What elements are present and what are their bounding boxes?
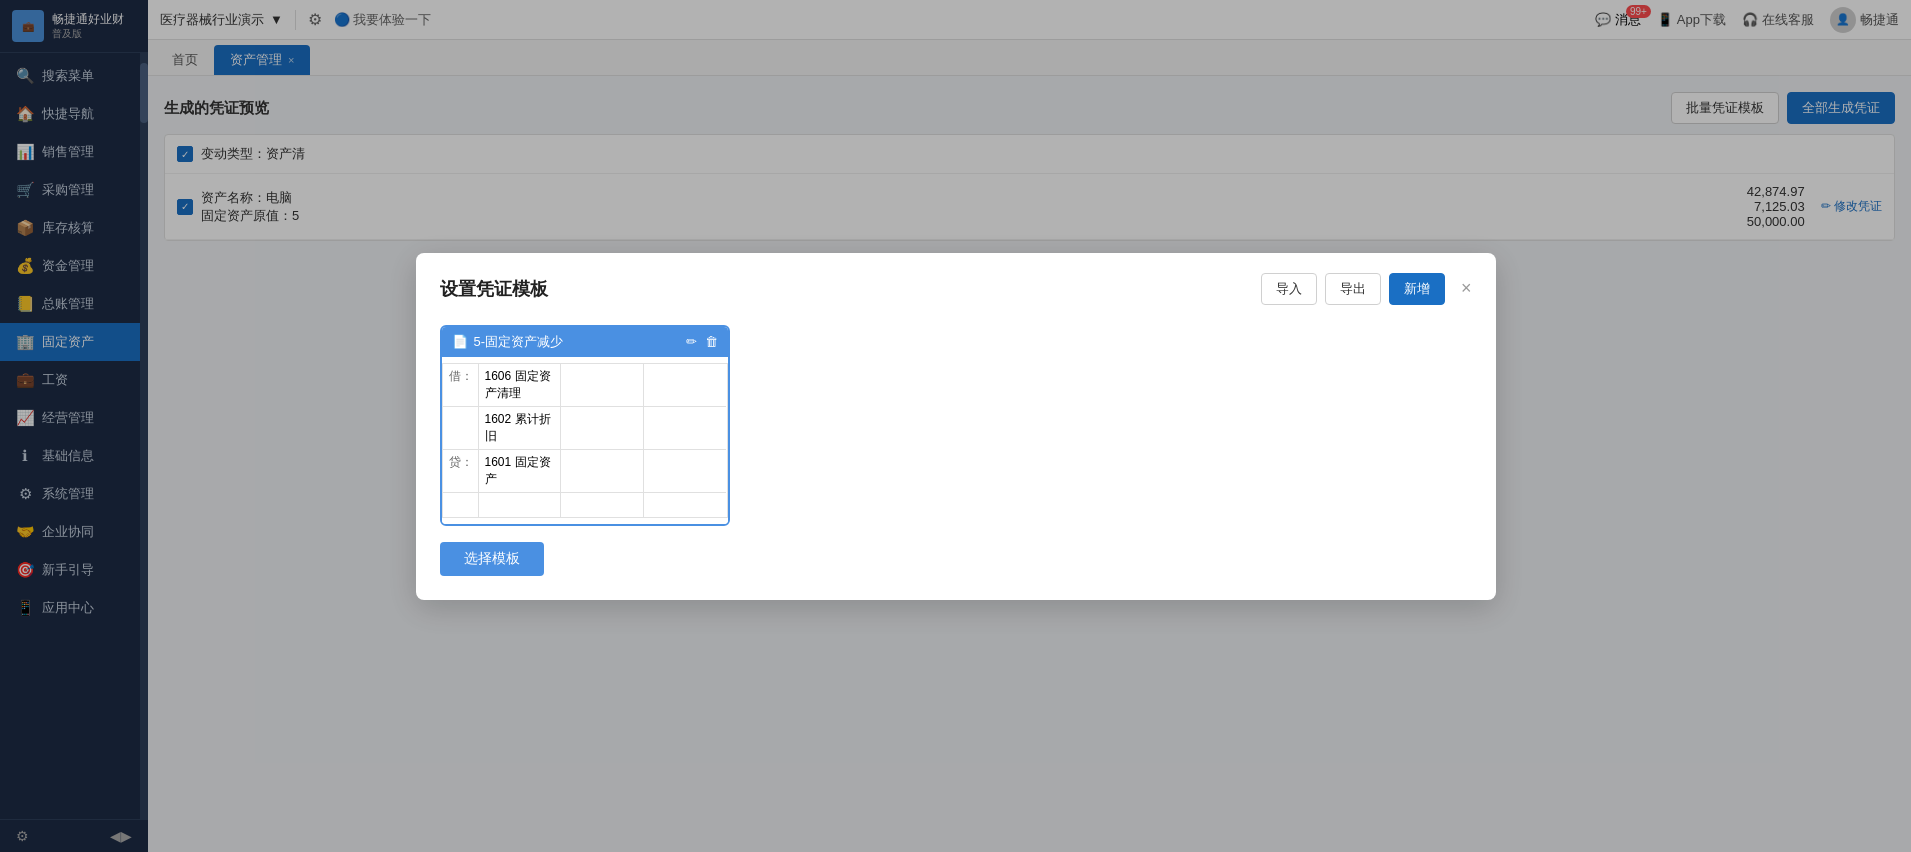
entry-type-4 [443, 493, 479, 517]
select-template-button[interactable]: 选择模板 [440, 542, 544, 576]
template-card-header: 📄 5-固定资产减少 ✏ 🗑 [442, 327, 728, 357]
template-card: 📄 5-固定资产减少 ✏ 🗑 借： [440, 325, 730, 526]
dialog-header: 设置凭证模板 导入 导出 新增 × [416, 253, 1496, 305]
entry-credit-1 [644, 364, 727, 407]
entry-account-4 [479, 493, 562, 517]
dialog-title: 设置凭证模板 [440, 277, 548, 301]
dialog: 设置凭证模板 导入 导出 新增 × 📄 [416, 253, 1496, 600]
entry-type-2 [443, 407, 479, 450]
dialog-action-buttons: 导入 导出 新增 × [1261, 273, 1472, 305]
entry-account-3: 1601 固定资产 [479, 450, 562, 493]
content-area: 生成的凭证预览 批量凭证模板 全部生成凭证 ✓ 变动类型：资产清 ✓ [148, 76, 1911, 852]
main-area: 医疗器械行业演示 ▼ ⚙ 🔵 我要体验一下 💬 消息 99+ 📱 App下载 [148, 0, 1911, 852]
entry-credit-4 [644, 493, 727, 517]
modal-overlay[interactable]: 设置凭证模板 导入 导出 新增 × 📄 [148, 76, 1911, 852]
export-button[interactable]: 导出 [1325, 273, 1381, 305]
dialog-close-icon[interactable]: × [1461, 278, 1472, 299]
new-button[interactable]: 新增 [1389, 273, 1445, 305]
import-button[interactable]: 导入 [1261, 273, 1317, 305]
template-name: 5-固定资产减少 [474, 333, 564, 351]
entry-type-3: 贷： [443, 450, 479, 493]
template-edit-icon[interactable]: ✏ [686, 334, 697, 349]
entry-account-1: 1606 固定资产清理 [479, 364, 562, 407]
entry-debit-4 [561, 493, 644, 517]
template-delete-icon[interactable]: 🗑 [705, 334, 718, 349]
template-header-actions: ✏ 🗑 [686, 334, 718, 349]
dialog-body: 📄 5-固定资产减少 ✏ 🗑 借： [416, 305, 1496, 600]
template-card-body: 借： 1606 固定资产清理 1602 累计折旧 贷： 160 [442, 357, 728, 524]
entry-debit-3 [561, 450, 644, 493]
entry-credit-2 [644, 407, 727, 450]
entry-credit-3 [644, 450, 727, 493]
entry-debit-1 [561, 364, 644, 407]
template-doc-icon: 📄 [452, 334, 468, 349]
entry-account-2: 1602 累计折旧 [479, 407, 562, 450]
entry-debit-2 [561, 407, 644, 450]
entry-type-1: 借： [443, 364, 479, 407]
